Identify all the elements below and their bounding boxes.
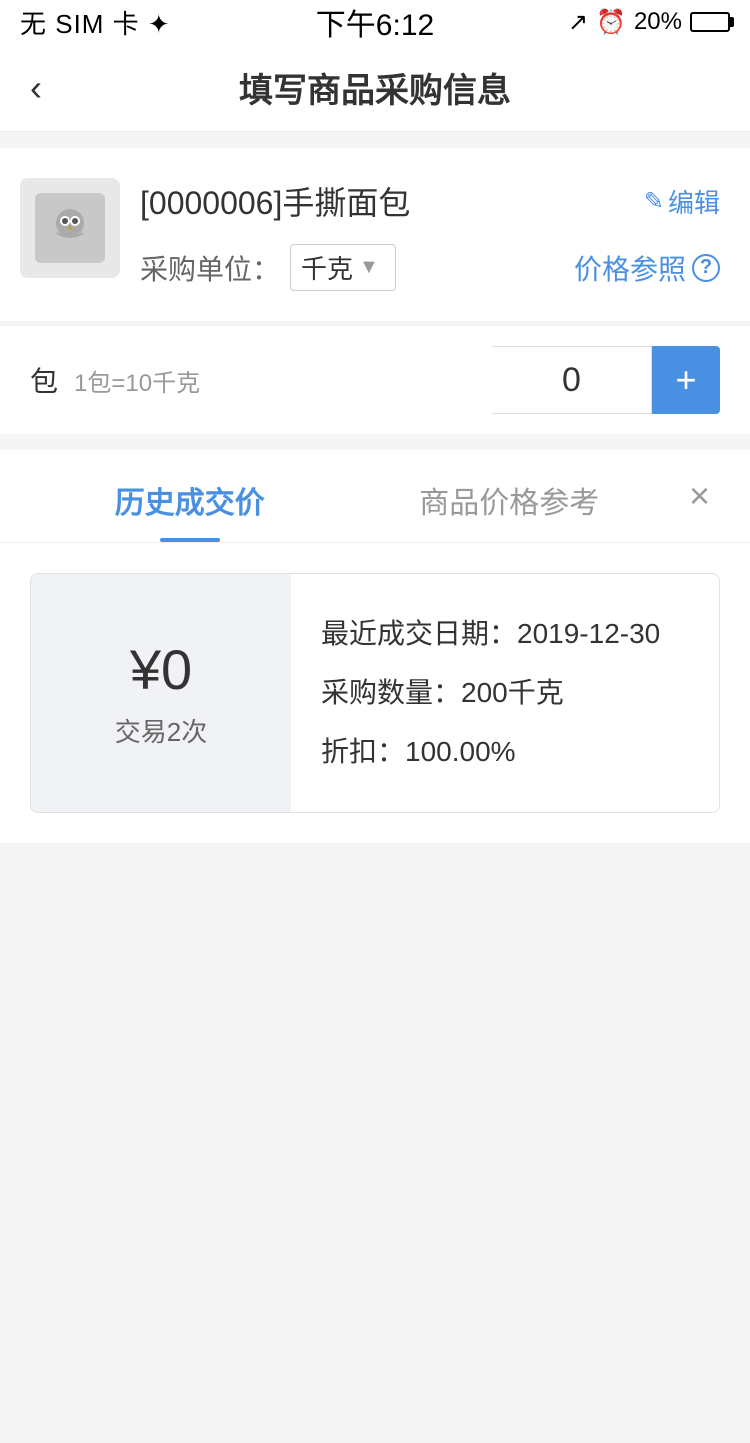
qty-value: 200千克 [461, 677, 564, 708]
tab-history-price[interactable]: 历史成交价 [30, 450, 349, 542]
status-time: 下午6:12 [316, 0, 434, 44]
qty-label: 采购数量： [321, 677, 461, 708]
quantity-label: 包 1包=10千克 [30, 360, 200, 400]
quantity-input[interactable] [492, 346, 652, 414]
quantity-plus-button[interactable]: + [652, 346, 720, 414]
price-ref-label: 价格参照 [574, 248, 686, 288]
discount-value: 100.00% [405, 736, 516, 767]
tab-product-price-ref[interactable]: 商品价格参考 [349, 450, 668, 542]
product-info: [0000006]手撕面包 ✎ 编辑 采购单位： 千克 ▼ 价格参照 ? [140, 178, 720, 291]
status-bar: 无 SIM 卡 ✦ 下午6:12 ↗ ⏰ 20% [0, 0, 750, 44]
unit-bao-label: 包 [30, 360, 58, 400]
price-trades: 交易2次 [115, 712, 207, 749]
quantity-row: 包 1包=10千克 + [0, 325, 750, 434]
product-top-row: [0000006]手撕面包 ✎ 编辑 [140, 178, 720, 224]
price-reference-button[interactable]: 价格参照 ? [574, 248, 720, 288]
price-qty-row: 采购数量：200千克 [321, 673, 689, 712]
price-discount-row: 折扣：100.00% [321, 732, 689, 771]
edit-icon: ✎ [644, 187, 664, 216]
nav-bar: ‹ 填写商品采购信息 [0, 44, 750, 132]
product-thumbnail [35, 193, 105, 263]
price-card: ¥0 交易2次 最近成交日期：2019-12-30 采购数量：200千克 折扣：… [30, 573, 720, 813]
date-label: 最近成交日期： [321, 618, 517, 649]
battery-icon [690, 12, 730, 32]
product-unit-row: 采购单位： 千克 ▼ 价格参照 ? [140, 244, 720, 291]
tab-history-price-label: 历史成交价 [115, 487, 265, 520]
bottom-area [0, 843, 750, 1443]
edit-button[interactable]: ✎ 编辑 [644, 183, 720, 220]
unit-label: 采购单位： 千克 ▼ [140, 244, 396, 291]
tabs-header: 历史成交价 商品价格参考 × [0, 450, 750, 543]
product-name: [0000006]手撕面包 [140, 178, 410, 224]
unit-select[interactable]: 千克 ▼ [290, 244, 396, 291]
edit-label: 编辑 [668, 183, 720, 220]
date-value: 2019-12-30 [517, 618, 660, 649]
page-title: 填写商品采购信息 [239, 63, 511, 112]
help-icon: ? [692, 254, 720, 282]
location-icon: ↗ [568, 8, 588, 37]
tab-content: ¥0 交易2次 最近成交日期：2019-12-30 采购数量：200千克 折扣：… [0, 543, 750, 843]
quantity-input-group: + [492, 346, 720, 414]
unit-conversion: 1包=10千克 [74, 363, 200, 398]
product-card: [0000006]手撕面包 ✎ 编辑 采购单位： 千克 ▼ 价格参照 ? [0, 148, 750, 321]
discount-label: 折扣： [321, 736, 405, 767]
tab-close-button[interactable]: × [679, 465, 720, 527]
price-summary: ¥0 交易2次 [31, 574, 291, 812]
product-image [20, 178, 120, 278]
price-details: 最近成交日期：2019-12-30 采购数量：200千克 折扣：100.00% [291, 574, 719, 812]
price-date-row: 最近成交日期：2019-12-30 [321, 614, 689, 653]
battery-percent: 20% [634, 8, 682, 36]
status-right: ↗ ⏰ 20% [568, 8, 730, 37]
dropdown-arrow-icon: ▼ [359, 256, 379, 279]
tab-product-price-ref-label: 商品价格参考 [419, 487, 599, 520]
unit-value: 千克 [301, 249, 353, 286]
alarm-icon: ⏰ [596, 8, 626, 37]
status-left: 无 SIM 卡 ✦ [20, 4, 171, 41]
back-button[interactable]: ‹ [30, 57, 52, 119]
plus-icon: + [675, 359, 696, 401]
tabs-section: 历史成交价 商品价格参考 × ¥0 交易2次 最近成交日期：2019-12-30… [0, 450, 750, 843]
price-amount: ¥0 [130, 637, 192, 702]
